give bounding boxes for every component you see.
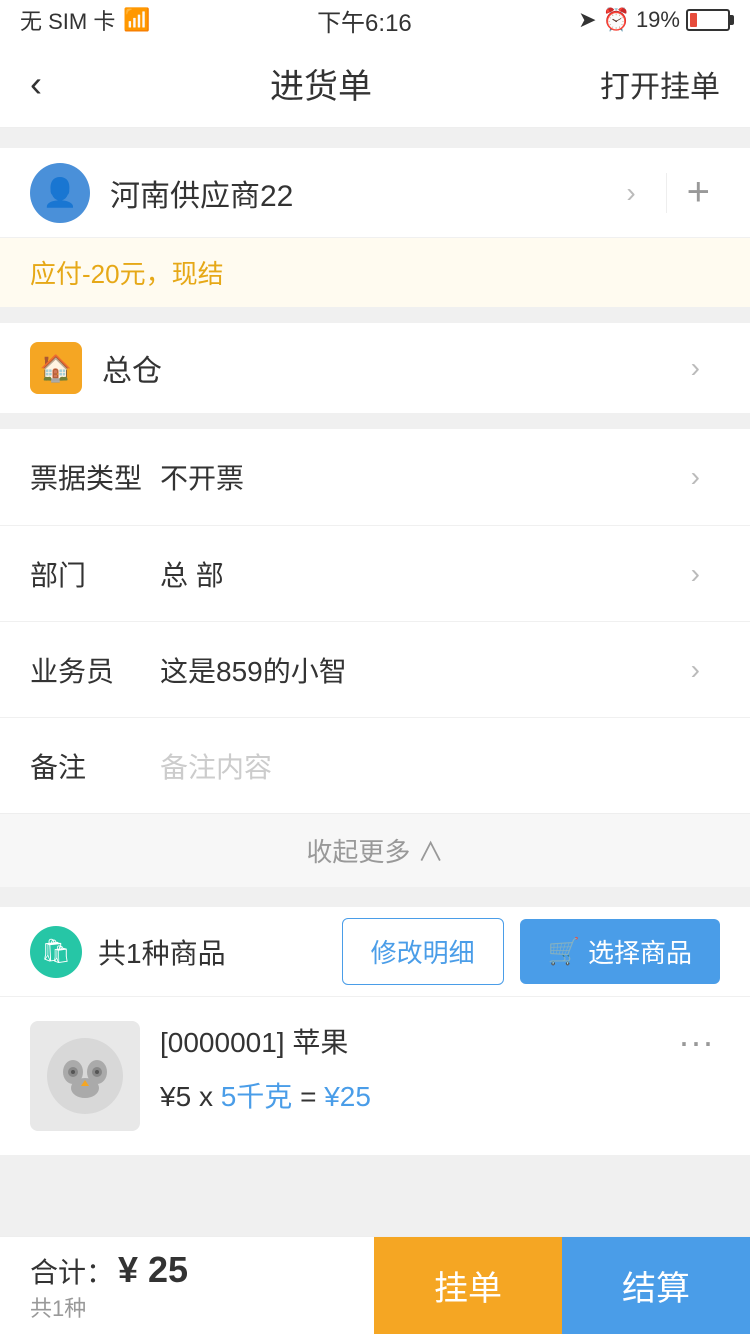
remark-row[interactable]: 备注 备注内容 [0, 717, 750, 813]
product-code: [0000001] [160, 1027, 285, 1058]
collapse-row[interactable]: 收起更多 ∧ [0, 813, 750, 887]
remark-label: 备注 [30, 746, 160, 786]
settle-label: 结算 [622, 1261, 690, 1310]
wifi-icon: 📶 [123, 7, 150, 33]
invoice-type-label: 票据类型 [30, 457, 160, 497]
add-supplier-button[interactable]: + [677, 170, 720, 215]
select-product-label: 选择商品 [588, 933, 692, 970]
section-divider-3 [0, 413, 750, 429]
back-button[interactable]: ‹ [30, 63, 42, 105]
product-equals: = [300, 1081, 324, 1112]
section-divider-2 [0, 307, 750, 323]
battery-percentage: 19% [636, 7, 680, 33]
total-label: 合计： [30, 1251, 114, 1291]
supplier-divider [666, 173, 667, 213]
supplier-name: 河南供应商22 [110, 171, 626, 215]
salesperson-chevron: › [691, 654, 700, 686]
department-label: 部门 [30, 554, 160, 594]
user-icon: 👤 [43, 176, 78, 209]
total-amount: ¥ 25 [118, 1249, 188, 1291]
invoice-type-row[interactable]: 票据类型 不开票 › [0, 429, 750, 525]
supplier-avatar: 👤 [30, 163, 90, 223]
department-value: 总 部 [160, 554, 691, 594]
status-time: 下午6:16 [317, 3, 412, 38]
battery-icon [686, 9, 730, 31]
product-price-row: ¥5 x 5千克 = ¥25 [160, 1075, 652, 1115]
footer-total: 合计： ¥ 25 共1种 [0, 1237, 374, 1334]
product-total: ¥25 [324, 1081, 371, 1112]
status-right: ➤ ⏰ 19% [578, 7, 730, 33]
product-name: [0000001] 苹果 [160, 1021, 652, 1061]
department-chevron: › [691, 558, 700, 590]
edit-detail-button[interactable]: 修改明细 [342, 918, 504, 985]
product-quantity: 5千克 [221, 1081, 293, 1112]
warehouse-section: 🏠 总仓 › [0, 323, 750, 413]
status-left: 无 SIM 卡 📶 [20, 4, 151, 36]
hold-order-label: 挂单 [434, 1261, 502, 1310]
battery-fill [690, 13, 697, 27]
salesperson-value: 这是859的小智 [160, 650, 691, 690]
product-unit-price: ¥5 [160, 1081, 191, 1112]
salesperson-label: 业务员 [30, 650, 160, 690]
invoice-type-chevron: › [691, 461, 700, 493]
section-divider-4 [0, 887, 750, 907]
alarm-icon: ⏰ [603, 7, 630, 33]
product-thumbnail [30, 1021, 140, 1131]
status-bar: 无 SIM 卡 📶 下午6:16 ➤ ⏰ 19% [0, 0, 750, 40]
product-multiply: x [199, 1081, 221, 1112]
product-more-button[interactable]: ··· [672, 1021, 720, 1063]
hold-order-button[interactable]: 挂单 [374, 1237, 562, 1334]
carrier-text: 无 SIM 卡 [20, 4, 115, 36]
product-count-icon: 🛍 [30, 926, 82, 978]
product-info: [0000001] 苹果 ¥5 x 5千克 = ¥25 [160, 1021, 652, 1115]
settle-button[interactable]: 结算 [562, 1237, 750, 1334]
open-hold-button[interactable]: 打开挂单 [600, 62, 720, 106]
cart-icon: 🛒 [548, 936, 580, 967]
nav-bar: ‹ 进货单 打开挂单 [0, 40, 750, 128]
product-count-text: 共1种商品 [98, 932, 342, 972]
product-name-text: 苹果 [292, 1027, 348, 1058]
form-section: 票据类型 不开票 › 部门 总 部 › 业务员 这是859的小智 › 备注 备注… [0, 429, 750, 813]
house-icon: 🏠 [40, 353, 72, 384]
supplier-section: 👤 河南供应商22 › + 应付-20元，现结 [0, 148, 750, 307]
balance-notice: 应付-20元，现结 [0, 238, 750, 307]
bag-icon: 🛍 [41, 937, 71, 966]
collapse-label: 收起更多 ∧ [306, 832, 443, 869]
department-row[interactable]: 部门 总 部 › [0, 525, 750, 621]
warehouse-icon: 🏠 [30, 342, 82, 394]
total-sub-label: 共1种 [30, 1291, 344, 1323]
chevron-right-icon: › [626, 177, 635, 209]
invoice-type-value: 不开票 [160, 457, 691, 497]
product-item: [0000001] 苹果 ¥5 x 5千克 = ¥25 ··· [0, 997, 750, 1156]
select-product-button[interactable]: 🛒 选择商品 [520, 919, 720, 984]
owl-icon [45, 1036, 125, 1116]
page-title: 进货单 [270, 59, 372, 108]
warehouse-name: 总仓 [102, 346, 691, 390]
salesperson-row[interactable]: 业务员 这是859的小智 › [0, 621, 750, 717]
footer-bar: 合计： ¥ 25 共1种 挂单 结算 [0, 1236, 750, 1334]
supplier-row[interactable]: 👤 河南供应商22 › + [0, 148, 750, 238]
products-header: 🛍 共1种商品 修改明细 🛒 选择商品 [0, 907, 750, 997]
section-divider-1 [0, 128, 750, 148]
location-icon: ➤ [578, 7, 596, 33]
warehouse-row[interactable]: 🏠 总仓 › [0, 323, 750, 413]
remark-placeholder: 备注内容 [160, 746, 720, 786]
warehouse-chevron-icon: › [691, 352, 700, 384]
